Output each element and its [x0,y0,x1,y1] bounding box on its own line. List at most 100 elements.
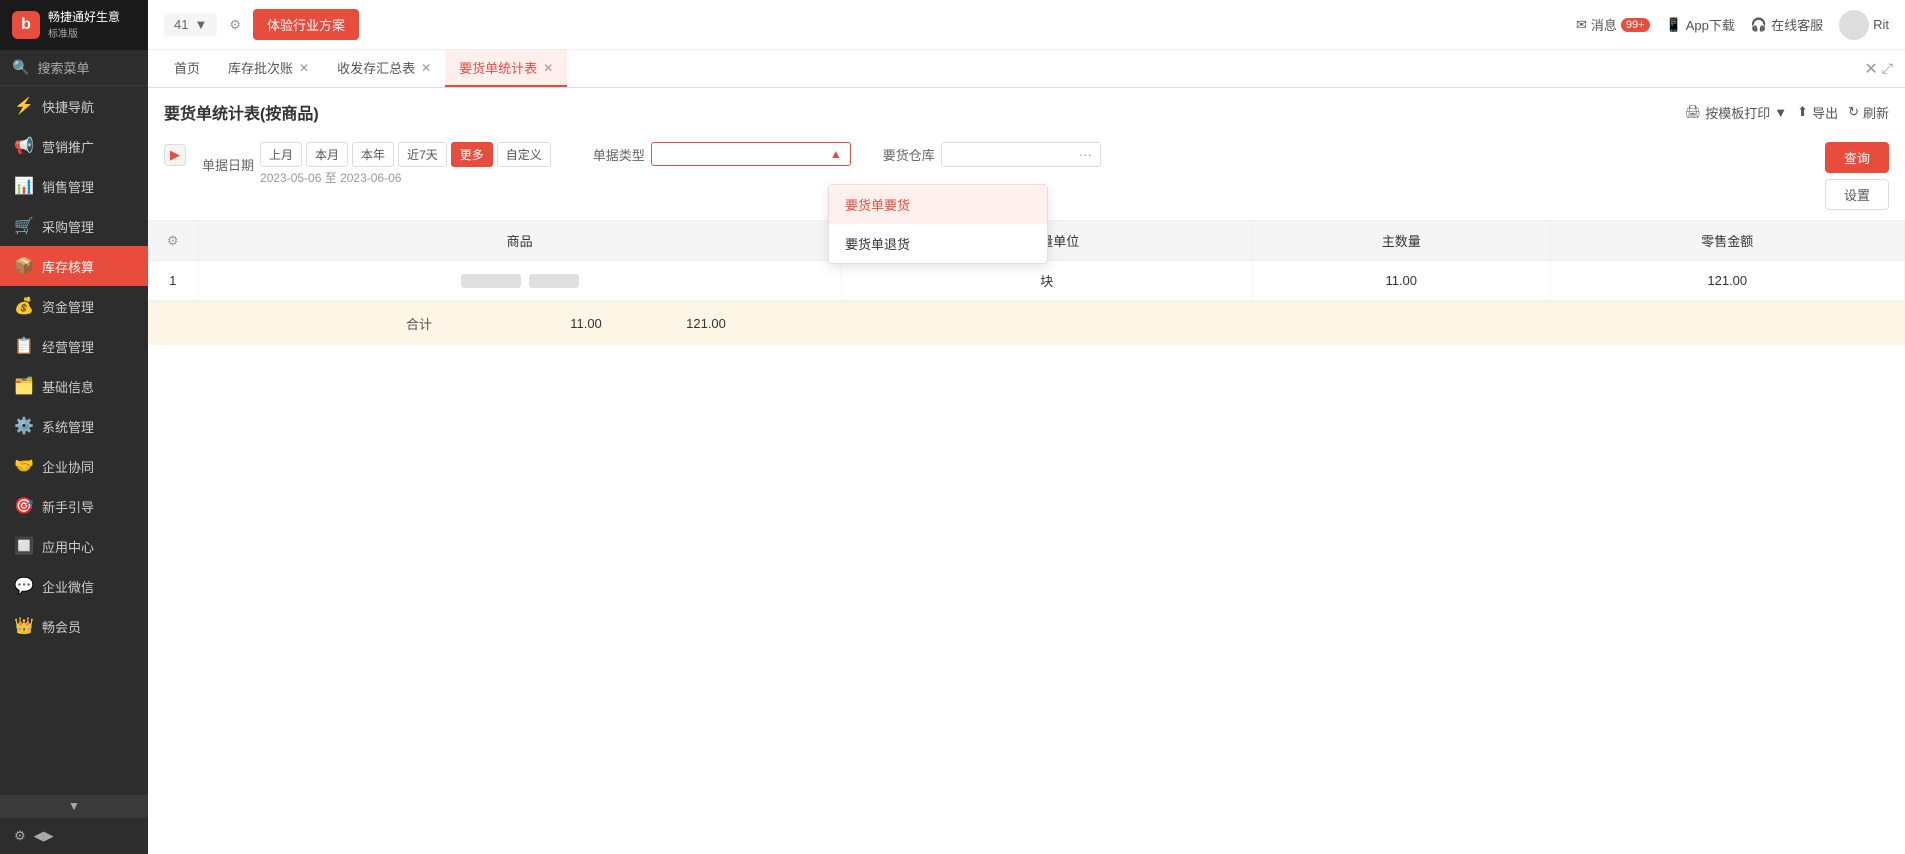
tab-collect-summary[interactable]: 收发存汇总表 ✕ [323,50,445,87]
tab-order-stats-label: 要货单统计表 [459,58,537,77]
row-amount: 121.00 [1550,261,1904,301]
logo-icon: b [12,11,40,39]
sidebar: b 畅捷通好生意 标准版 🔍 搜索菜单 ⚡ 快捷导航 📢 营销推广 📊 销售管理… [0,0,148,854]
message-btn[interactable]: ✉ 消息 99+ [1576,15,1650,34]
tab-batch-account-label: 库存批次账 [228,58,293,77]
print-icon: 🖨 [1685,104,1702,120]
table-settings-icon[interactable]: ⚙ [148,221,198,261]
tab-collect-summary-close[interactable]: ✕ [421,61,431,75]
date-btn-7days[interactable]: 近7天 [398,142,447,167]
user-avatar [1839,10,1869,40]
sidebar-item-guide[interactable]: 🎯 新手引导 [0,486,148,526]
date-btn-this-year[interactable]: 本年 [352,142,394,167]
row-index: 1 [148,261,198,301]
user-avatar-area[interactable]: Rit [1839,10,1889,40]
settings-gear-icon[interactable]: ⚙ [229,17,241,33]
sidebar-item-finance[interactable]: 💰 资金管理 [0,286,148,326]
sidebar-item-system[interactable]: ⚙️ 系统管理 [0,406,148,446]
warehouse-select[interactable]: ··· [941,142,1101,167]
nav-label: 应用中心 [42,537,94,556]
print-btn[interactable]: 🖨 按模板打印 ▼ [1685,103,1787,122]
footer-amount: 121.00 [646,316,766,331]
page-title: 要货单统计表(按商品) [164,100,319,124]
marketing-icon: 📢 [14,136,34,156]
dropdown-item-order-return[interactable]: 要货单退货 [829,224,1047,263]
sidebar-item-enterprise[interactable]: 🤝 企业协同 [0,446,148,486]
tab-order-stats-close[interactable]: ✕ [543,61,553,75]
type-dropdown: 要货单要货 要货单退货 [828,184,1048,264]
sidebar-item-member[interactable]: 👑 畅会员 [0,606,148,646]
query-btn[interactable]: 查询 [1825,142,1889,173]
sidebar-item-wechat[interactable]: 💬 企业微信 [0,566,148,606]
tab-batch-account-close[interactable]: ✕ [299,61,309,75]
store-selector[interactable]: 41 ▼ [164,13,217,36]
nav-label: 营销推广 [42,137,94,156]
refresh-btn[interactable]: ↻ 刷新 [1848,103,1889,122]
tab-bar: 首页 库存批次账 ✕ 收发存汇总表 ✕ 要货单统计表 ✕ ✕ ⤢ [148,50,1905,88]
sidebar-item-basic-info[interactable]: 🗂️ 基础信息 [0,366,148,406]
quick-nav-icon: ⚡ [14,96,34,116]
header: 41 ▼ ⚙ 体验行业方案 ✉ 消息 99+ 📱 App下载 🎧 在线客服 R [148,0,1905,50]
header-left: 41 ▼ ⚙ 体验行业方案 [164,9,359,40]
purchase-icon: 🛒 [14,216,34,236]
tab-order-stats[interactable]: 要货单统计表 ✕ [445,50,567,87]
logo-sub: 标准版 [48,25,120,40]
filter-settings-btn[interactable]: 设置 [1825,179,1889,210]
type-select-arrow: ▲ [830,147,842,161]
nav-label: 畅会员 [42,617,81,636]
dropdown-item-order-goods[interactable]: 要货单要货 [829,185,1047,224]
sidebar-item-inventory[interactable]: 📦 库存核算 [0,246,148,286]
nav-label: 企业微信 [42,577,94,596]
sidebar-bottom: ⚙ ◀▶ [0,817,148,854]
search-menu[interactable]: 🔍 搜索菜单 [0,50,148,86]
sidebar-item-app-center[interactable]: 🔲 应用中心 [0,526,148,566]
tab-bar-close-btn[interactable]: ✕ [1864,59,1877,79]
enterprise-icon: 🤝 [14,456,34,476]
tab-home[interactable]: 首页 [160,50,214,87]
refresh-label: 刷新 [1863,103,1889,122]
nav-list: ⚡ 快捷导航 📢 营销推广 📊 销售管理 🛒 采购管理 📦 库存核算 💰 资金管… [0,86,148,795]
date-buttons: 上月 本月 本年 近7天 更多 自定义 [260,142,551,167]
settings-icon[interactable]: ⚙ [14,828,26,844]
nav-label: 销售管理 [42,177,94,196]
tab-batch-account[interactable]: 库存批次账 ✕ [214,50,323,87]
col-product: 商品 [198,221,841,261]
dropdown-item-order-goods-label: 要货单要货 [845,198,910,213]
wechat-icon: 💬 [14,576,34,596]
nav-label: 采购管理 [42,217,94,236]
collapse-icon[interactable]: ◀▶ [34,828,54,844]
date-btn-last-month[interactable]: 上月 [260,142,302,167]
tab-bar-expand-btn[interactable]: ⤢ [1882,60,1893,77]
type-select[interactable]: ▲ [651,142,851,166]
sidebar-item-sales[interactable]: 📊 销售管理 [0,166,148,206]
online-service-btn[interactable]: 🎧 在线客服 [1751,15,1823,34]
message-icon: ✉ [1576,17,1587,33]
date-btn-custom[interactable]: 自定义 [497,142,551,167]
sidebar-item-operations[interactable]: 📋 经营管理 [0,326,148,366]
export-icon: ⬆ [1797,104,1808,120]
header-right: ✉ 消息 99+ 📱 App下载 🎧 在线客服 Rit [1576,10,1889,40]
warehouse-filter-label: 要货仓库 [883,145,935,164]
sidebar-item-quick-nav[interactable]: ⚡ 快捷导航 [0,86,148,126]
date-btn-this-month[interactable]: 本月 [306,142,348,167]
footer-cells: 合计 11.00 121.00 [162,314,1891,333]
sidebar-item-marketing[interactable]: 📢 营销推广 [0,126,148,166]
service-icon: 🎧 [1751,17,1767,33]
page-body: 要货单统计表(按商品) 🖨 按模板打印 ▼ ⬆ 导出 ↻ 刷新 [148,88,1905,854]
export-btn[interactable]: ⬆ 导出 [1797,103,1838,122]
system-icon: ⚙️ [14,416,34,436]
industry-btn[interactable]: 体验行业方案 [253,9,359,40]
online-service-label: 在线客服 [1771,15,1823,34]
filter-actions: 查询 设置 [1825,142,1889,210]
sidebar-item-purchase[interactable]: 🛒 采购管理 [0,206,148,246]
footer-quantity: 11.00 [526,316,646,331]
sidebar-scroll-down[interactable]: ▼ [0,795,148,817]
nav-label: 系统管理 [42,417,94,436]
filter-expand-btn[interactable]: ▶ [164,144,186,166]
date-btn-more[interactable]: 更多 [451,142,493,167]
dropdown-item-order-return-label: 要货单退货 [845,237,910,252]
app-download-btn[interactable]: 📱 App下载 [1666,15,1735,34]
member-icon: 👑 [14,616,34,636]
app-download-label: App下载 [1686,15,1735,34]
export-label: 导出 [1812,103,1838,122]
